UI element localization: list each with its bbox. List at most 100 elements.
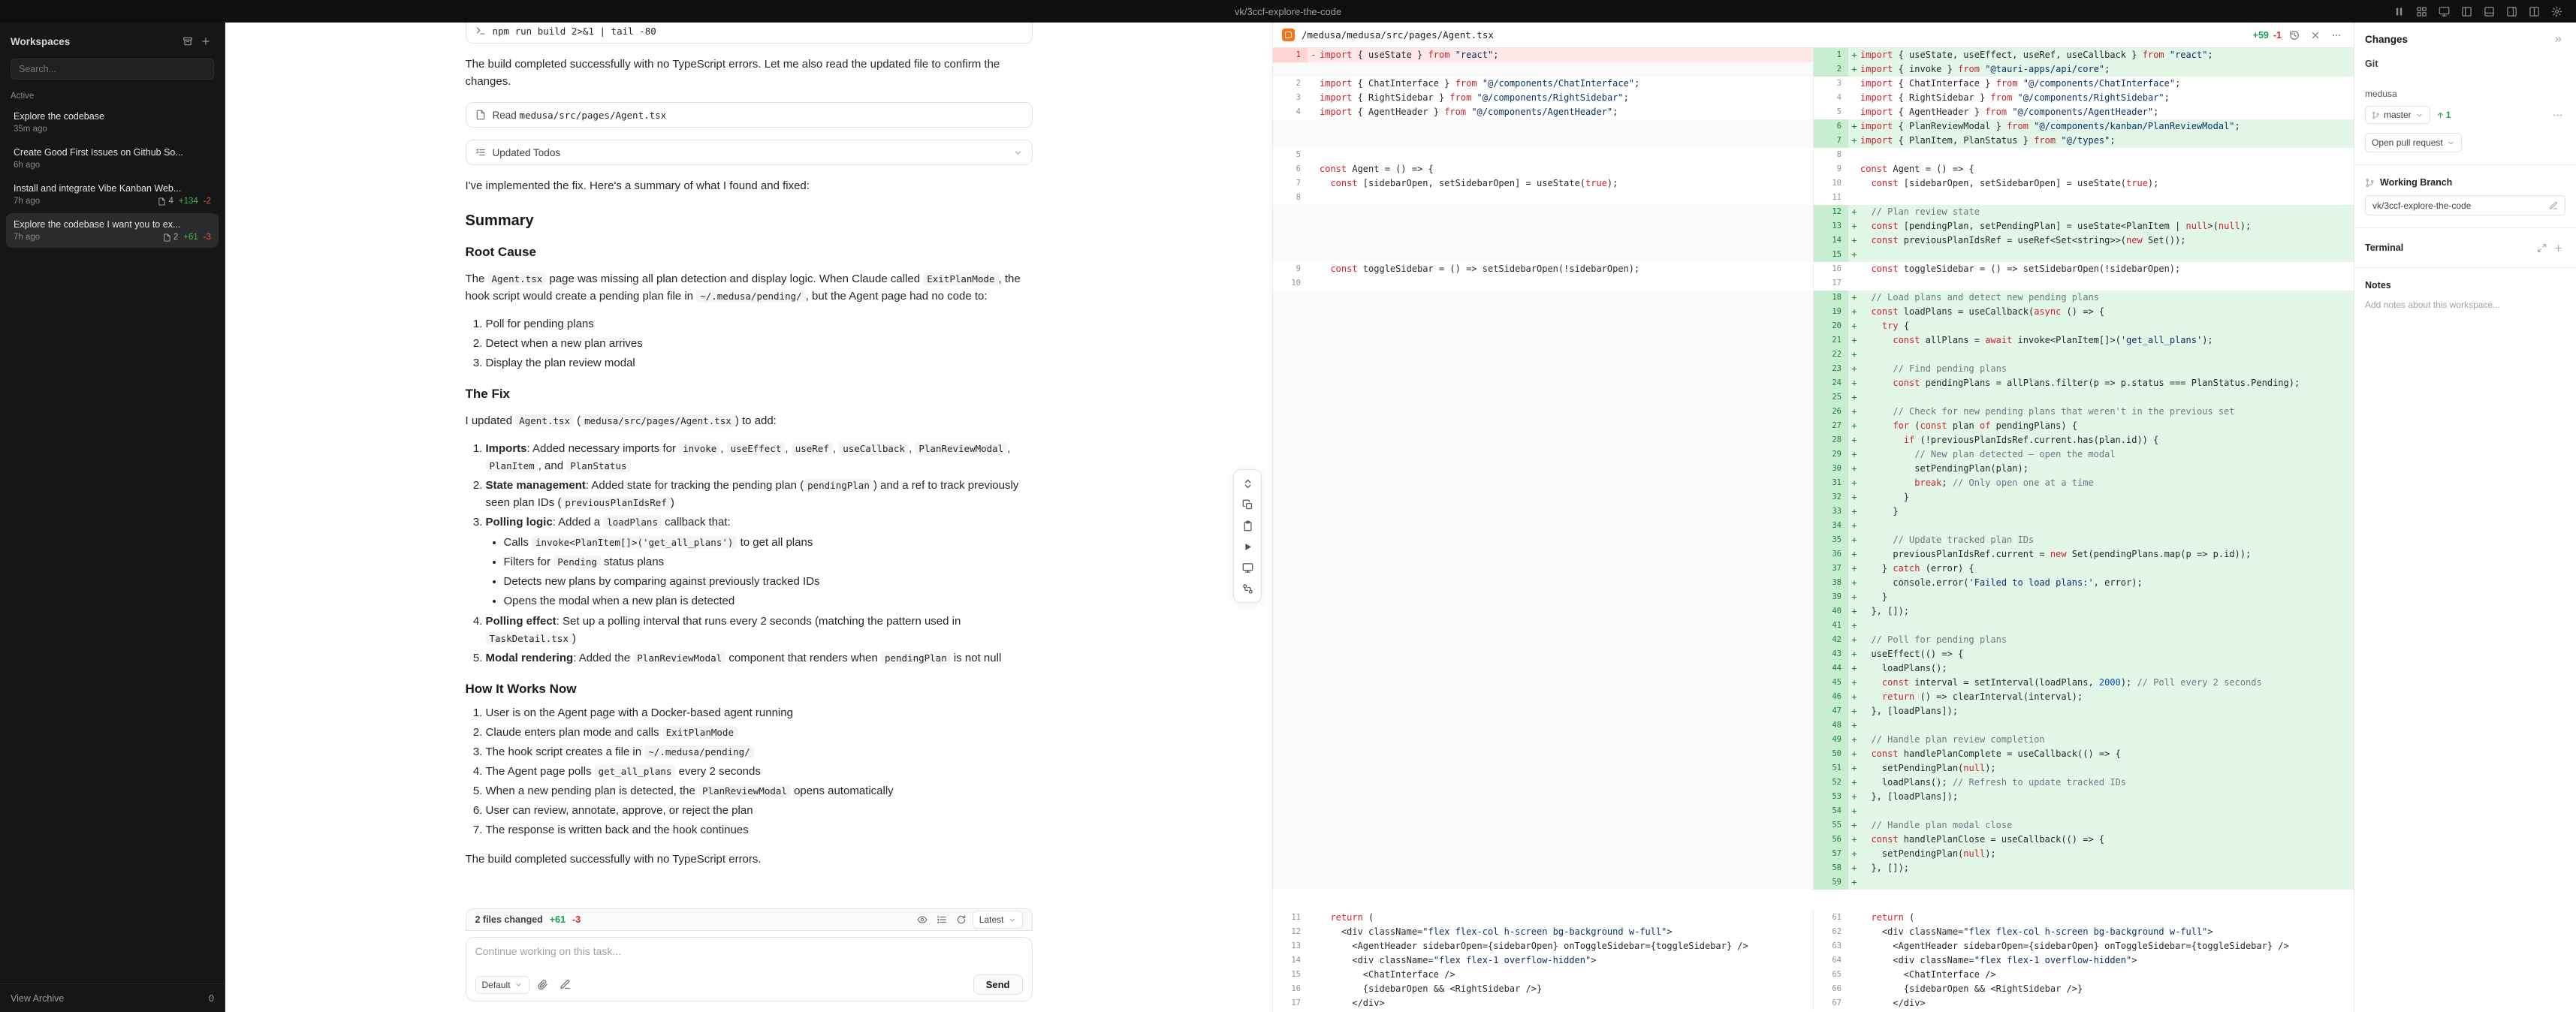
diff-line — [1273, 362, 1813, 376]
diff-sign — [1308, 847, 1320, 861]
code-text: console.error('Failed to load plans:', e… — [1860, 576, 2354, 590]
arrow-up-icon — [2436, 111, 2445, 119]
line-number: 16 — [1814, 262, 1848, 276]
code-text: const handlePlanComplete = useCallback((… — [1860, 747, 2354, 761]
code-text — [1320, 533, 1813, 547]
play-icon[interactable] — [1238, 537, 1257, 556]
chat-scroll-area[interactable]: npm run build 2>&1 | tail -80The build c… — [225, 23, 1272, 908]
diff-line: 5 — [1273, 148, 1813, 162]
collapse-panel-icon[interactable] — [2550, 32, 2565, 47]
code-text: }, []); — [1860, 861, 2354, 875]
diff-line: 2import { ChatInterface } from "@/compon… — [1273, 77, 1813, 91]
open-pr-button[interactable]: Open pull request — [2365, 133, 2462, 152]
list-item: The Agent page polls get_all_plans every… — [486, 763, 1033, 780]
settings-icon[interactable] — [2547, 2, 2565, 20]
search-input[interactable] — [11, 59, 214, 80]
additions-count: +61 — [550, 914, 566, 925]
diff-row: 12 <div className="flex flex-col h-scree… — [1273, 925, 2354, 939]
line-number: 18 — [1814, 291, 1848, 305]
diff-sign — [1308, 996, 1320, 1010]
tool-call-row[interactable]: Updated Todos — [466, 140, 1033, 165]
split-columns-icon[interactable] — [2525, 2, 2543, 20]
diff-row: 55+ // Handle plan modal close — [1273, 818, 2354, 833]
diff-line: 40+ }, []); — [1813, 604, 2354, 619]
line-number — [1273, 390, 1308, 405]
visibility-icon[interactable] — [914, 911, 931, 928]
notes-placeholder[interactable]: Add notes about this workspace... — [2365, 300, 2565, 310]
workspace-diff-stats: 4+134-2 — [158, 197, 211, 206]
history-icon[interactable] — [2286, 27, 2303, 44]
code-text — [1320, 148, 1813, 162]
branch-more-icon[interactable] — [2549, 107, 2565, 123]
bullet-list: Calls invoke<PlanItem[]>('get_all_plans'… — [486, 534, 1033, 610]
attach-icon[interactable] — [534, 976, 552, 994]
workspace-item[interactable]: Explore the codebase35m ago — [6, 105, 219, 140]
refresh-icon[interactable] — [953, 911, 970, 928]
line-number: 37 — [1814, 562, 1848, 576]
panel-left-icon[interactable] — [2457, 2, 2475, 20]
diff-line — [1273, 590, 1813, 604]
diff-line — [1273, 604, 1813, 619]
diff-sign — [1308, 191, 1320, 205]
new-workspace-icon[interactable] — [198, 33, 214, 50]
panel-right-icon[interactable] — [2502, 2, 2520, 20]
diff-content[interactable]: 1-import { useState } from "react";1+imp… — [1273, 48, 2354, 1012]
archive-icon[interactable] — [179, 33, 196, 50]
latest-dropdown[interactable]: Latest — [973, 911, 1023, 929]
layout-grid-icon[interactable] — [2412, 2, 2430, 20]
send-button[interactable]: Send — [973, 974, 1023, 995]
clipboard-icon[interactable] — [1238, 516, 1257, 535]
line-number — [1273, 291, 1308, 305]
diff-sign — [1308, 718, 1320, 733]
diff-row: 19+ const loadPlans = useCallback(async … — [1273, 305, 2354, 319]
diff-list-icon[interactable] — [934, 911, 950, 928]
numbered-list: Poll for pending plansDetect when a new … — [466, 315, 1033, 372]
code-text: } — [1860, 490, 2354, 504]
diff-row: 44+ loadPlans(); — [1273, 661, 2354, 676]
preview-icon[interactable] — [1238, 558, 1257, 577]
workspace-item[interactable]: Create Good First Issues on Github So...… — [6, 141, 219, 176]
branch-dropdown[interactable]: master — [2365, 106, 2430, 124]
git-compare-icon[interactable] — [1238, 579, 1257, 598]
maximize-terminal-icon[interactable] — [2534, 240, 2549, 255]
ahead-count: 1 — [2446, 110, 2451, 120]
file-icon — [163, 233, 171, 242]
tool-call-row[interactable]: Read medusa/src/pages/Agent.tsx — [466, 102, 1033, 128]
unfold-icon[interactable] — [1238, 474, 1257, 493]
diff-sign: + — [1848, 48, 1860, 62]
line-number: 6 — [1273, 162, 1308, 176]
diff-line: 6const Agent = () => { — [1273, 162, 1813, 176]
message-input[interactable] — [475, 945, 1023, 974]
diff-sign — [1308, 647, 1320, 661]
diff-sign: + — [1848, 790, 1860, 804]
diff-line: 4import { AgentHeader } from "@/componen… — [1273, 105, 1813, 119]
diff-sign — [1848, 925, 1860, 939]
chevron-down-icon[interactable] — [1013, 148, 1023, 158]
additions-badge: +134 — [179, 197, 198, 206]
line-number: 55 — [1814, 818, 1848, 833]
edit-icon[interactable] — [557, 976, 575, 994]
mode-dropdown[interactable]: Default — [475, 976, 529, 994]
diff-sign — [1308, 233, 1320, 248]
working-branch-field[interactable]: vk/3ccf-explore-the-code — [2365, 195, 2565, 215]
close-icon[interactable] — [2307, 27, 2324, 44]
workspace-item[interactable]: Explore the codebase I want you to ex...… — [6, 213, 219, 248]
list-item: Display the plan review modal — [486, 354, 1033, 372]
divider — [2354, 164, 2576, 165]
line-number: 13 — [1814, 219, 1848, 233]
diff-sign — [1848, 911, 1860, 925]
copy-icon[interactable] — [1238, 495, 1257, 514]
edit-branch-icon — [2549, 201, 2558, 210]
view-archive-link[interactable]: View Archive — [11, 993, 64, 1004]
monitor-icon[interactable] — [2435, 2, 2453, 20]
diff-sign: + — [1848, 704, 1860, 718]
new-terminal-icon[interactable] — [2550, 240, 2565, 255]
workspace-item[interactable]: Install and integrate Vibe Kanban Web...… — [6, 177, 219, 212]
more-icon[interactable] — [2328, 27, 2345, 44]
diff-sign: + — [1848, 861, 1860, 875]
tool-call-row[interactable]: npm run build 2>&1 | tail -80 — [466, 23, 1033, 44]
diff-row: 1017 — [1273, 276, 2354, 291]
pause-icon[interactable] — [2390, 2, 2408, 20]
panel-bottom-icon[interactable] — [2480, 2, 2498, 20]
code-text: loadPlans(); — [1860, 661, 2354, 676]
